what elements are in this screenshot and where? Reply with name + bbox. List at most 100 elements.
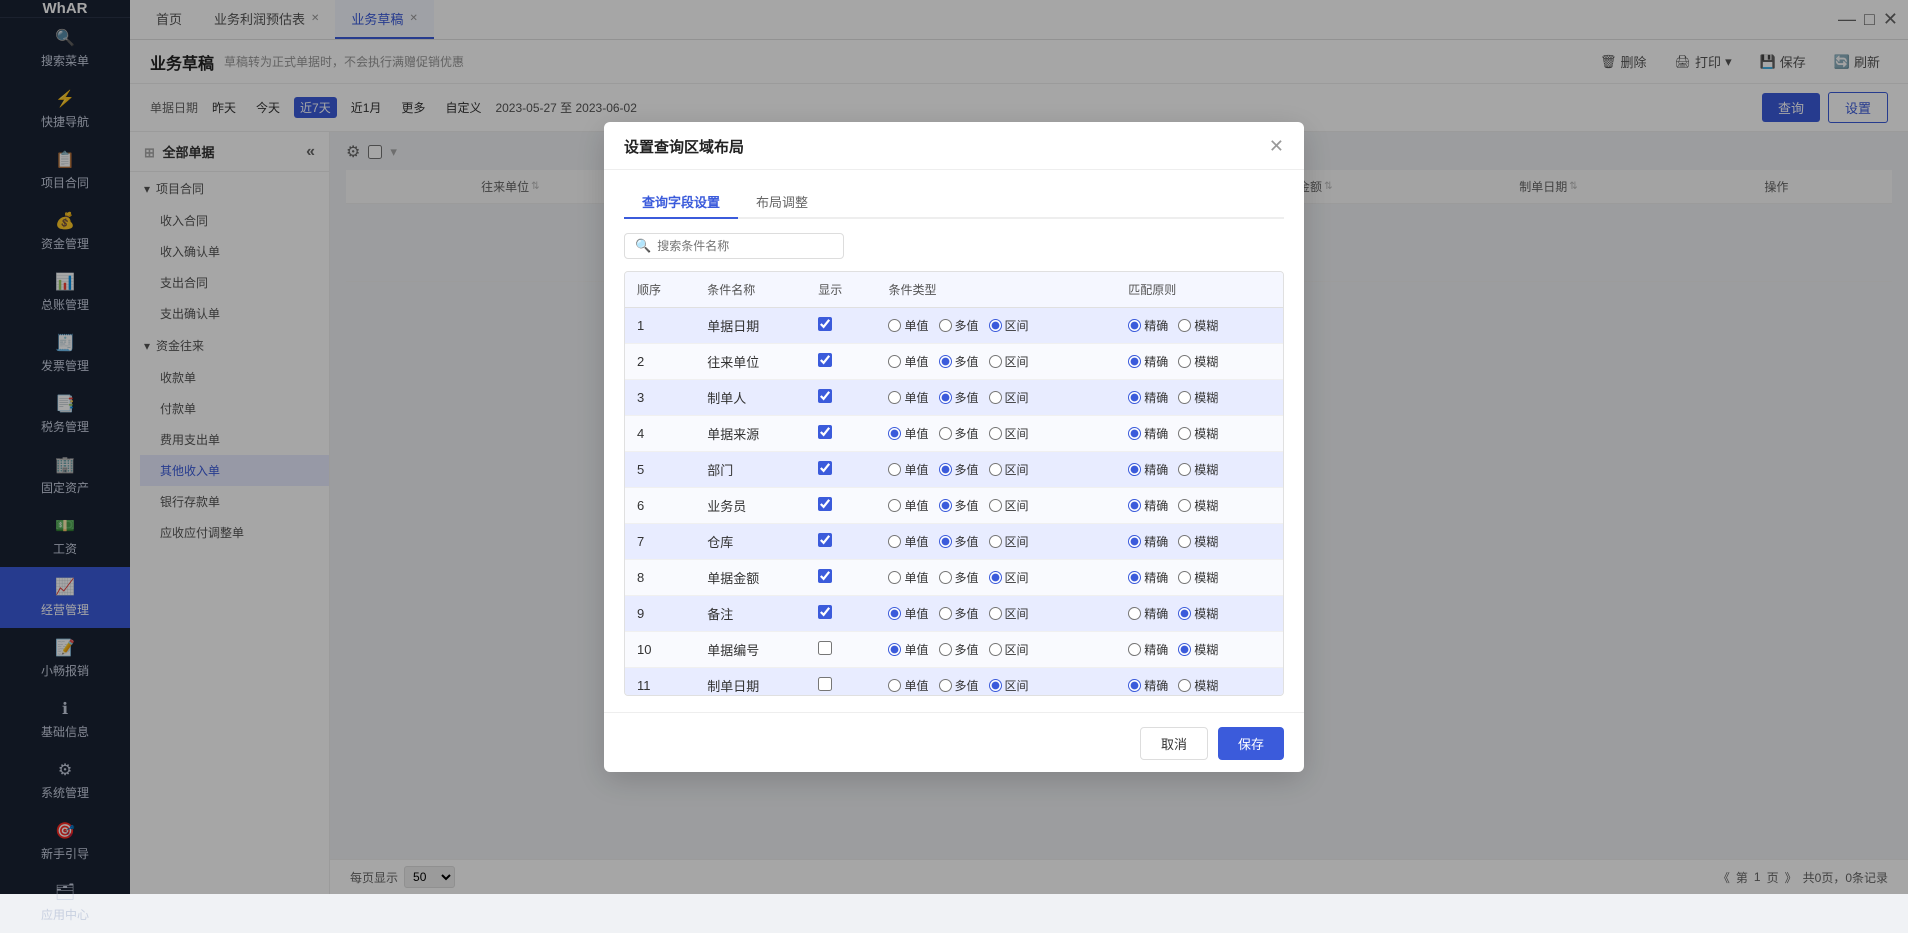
- match-fuzzy-label[interactable]: 模糊: [1178, 569, 1218, 586]
- type-multi-radio[interactable]: [939, 391, 952, 404]
- type-single-radio[interactable]: [888, 571, 901, 584]
- type-single-label[interactable]: 单值: [888, 677, 928, 694]
- row-match[interactable]: 精确模糊: [1116, 596, 1283, 632]
- type-multi-radio[interactable]: [939, 643, 952, 656]
- row-type[interactable]: 单值多值区间: [876, 668, 1116, 697]
- match-fuzzy-radio[interactable]: [1178, 427, 1191, 440]
- row-show[interactable]: [806, 596, 876, 632]
- type-single-radio[interactable]: [888, 679, 901, 692]
- row-match[interactable]: 精确模糊: [1116, 560, 1283, 596]
- show-checkbox[interactable]: [818, 497, 832, 511]
- row-type[interactable]: 单值多值区间: [876, 596, 1116, 632]
- match-exact-radio[interactable]: [1128, 319, 1141, 332]
- match-fuzzy-label[interactable]: 模糊: [1178, 497, 1218, 514]
- row-show[interactable]: [806, 524, 876, 560]
- type-single-label[interactable]: 单值: [888, 353, 928, 370]
- row-show[interactable]: [806, 308, 876, 344]
- show-checkbox[interactable]: [818, 461, 832, 475]
- type-multi-label[interactable]: 多值: [939, 353, 979, 370]
- type-multi-radio[interactable]: [939, 679, 952, 692]
- row-match[interactable]: 精确模糊: [1116, 380, 1283, 416]
- type-multi-radio[interactable]: [939, 535, 952, 548]
- type-single-label[interactable]: 单值: [888, 533, 928, 550]
- match-fuzzy-label[interactable]: 模糊: [1178, 605, 1218, 622]
- type-multi-label[interactable]: 多值: [939, 461, 979, 478]
- type-single-label[interactable]: 单值: [888, 497, 928, 514]
- row-match[interactable]: 精确模糊: [1116, 344, 1283, 380]
- type-range-radio[interactable]: [989, 571, 1002, 584]
- match-fuzzy-label[interactable]: 模糊: [1178, 461, 1218, 478]
- type-single-label[interactable]: 单值: [888, 425, 928, 442]
- type-multi-radio[interactable]: [939, 427, 952, 440]
- type-single-label[interactable]: 单值: [888, 641, 928, 658]
- row-show[interactable]: [806, 380, 876, 416]
- type-range-label[interactable]: 区间: [989, 497, 1029, 514]
- type-range-radio[interactable]: [989, 535, 1002, 548]
- type-range-radio[interactable]: [989, 355, 1002, 368]
- type-multi-radio[interactable]: [939, 355, 952, 368]
- match-fuzzy-radio[interactable]: [1178, 535, 1191, 548]
- type-multi-label[interactable]: 多值: [939, 641, 979, 658]
- type-multi-label[interactable]: 多值: [939, 389, 979, 406]
- type-multi-radio[interactable]: [939, 463, 952, 476]
- match-fuzzy-radio[interactable]: [1178, 463, 1191, 476]
- type-single-radio[interactable]: [888, 499, 901, 512]
- row-type[interactable]: 单值多值区间: [876, 344, 1116, 380]
- row-match[interactable]: 精确模糊: [1116, 416, 1283, 452]
- match-exact-label[interactable]: 精确: [1128, 425, 1168, 442]
- type-range-label[interactable]: 区间: [989, 461, 1029, 478]
- type-range-radio[interactable]: [989, 607, 1002, 620]
- row-type[interactable]: 单值多值区间: [876, 452, 1116, 488]
- type-range-radio[interactable]: [989, 319, 1002, 332]
- match-exact-label[interactable]: 精确: [1128, 677, 1168, 694]
- type-multi-label[interactable]: 多值: [939, 569, 979, 586]
- match-exact-label[interactable]: 精确: [1128, 389, 1168, 406]
- type-single-label[interactable]: 单值: [888, 569, 928, 586]
- match-exact-radio[interactable]: [1128, 427, 1141, 440]
- row-match[interactable]: 精确模糊: [1116, 524, 1283, 560]
- match-exact-label[interactable]: 精确: [1128, 497, 1168, 514]
- match-exact-radio[interactable]: [1128, 571, 1141, 584]
- type-single-radio[interactable]: [888, 391, 901, 404]
- type-range-radio[interactable]: [989, 679, 1002, 692]
- match-fuzzy-radio[interactable]: [1178, 571, 1191, 584]
- match-fuzzy-label[interactable]: 模糊: [1178, 641, 1218, 658]
- type-range-radio[interactable]: [989, 643, 1002, 656]
- row-show[interactable]: [806, 488, 876, 524]
- row-match[interactable]: 精确模糊: [1116, 668, 1283, 697]
- match-fuzzy-radio[interactable]: [1178, 319, 1191, 332]
- match-exact-radio[interactable]: [1128, 463, 1141, 476]
- show-checkbox[interactable]: [818, 317, 832, 331]
- type-multi-label[interactable]: 多值: [939, 497, 979, 514]
- show-checkbox[interactable]: [818, 353, 832, 367]
- match-fuzzy-label[interactable]: 模糊: [1178, 353, 1218, 370]
- type-multi-label[interactable]: 多值: [939, 605, 979, 622]
- match-fuzzy-label[interactable]: 模糊: [1178, 533, 1218, 550]
- type-single-label[interactable]: 单值: [888, 317, 928, 334]
- row-match[interactable]: 精确模糊: [1116, 452, 1283, 488]
- type-multi-label[interactable]: 多值: [939, 425, 979, 442]
- row-show[interactable]: [806, 452, 876, 488]
- show-checkbox[interactable]: [818, 677, 832, 691]
- match-fuzzy-radio[interactable]: [1178, 679, 1191, 692]
- match-fuzzy-label[interactable]: 模糊: [1178, 389, 1218, 406]
- type-range-radio[interactable]: [989, 427, 1002, 440]
- match-exact-label[interactable]: 精确: [1128, 533, 1168, 550]
- type-range-radio[interactable]: [989, 463, 1002, 476]
- modal-search-box[interactable]: 🔍: [624, 233, 844, 259]
- match-fuzzy-label[interactable]: 模糊: [1178, 317, 1218, 334]
- type-single-label[interactable]: 单值: [888, 461, 928, 478]
- match-exact-label[interactable]: 精确: [1128, 569, 1168, 586]
- row-show[interactable]: [806, 632, 876, 668]
- type-single-label[interactable]: 单值: [888, 605, 928, 622]
- type-single-radio[interactable]: [888, 463, 901, 476]
- type-range-label[interactable]: 区间: [989, 317, 1029, 334]
- row-type[interactable]: 单值多值区间: [876, 488, 1116, 524]
- match-exact-label[interactable]: 精确: [1128, 641, 1168, 658]
- row-type[interactable]: 单值多值区间: [876, 560, 1116, 596]
- match-exact-radio[interactable]: [1128, 679, 1141, 692]
- type-range-label[interactable]: 区间: [989, 533, 1029, 550]
- type-multi-radio[interactable]: [939, 571, 952, 584]
- match-exact-radio[interactable]: [1128, 607, 1141, 620]
- type-multi-label[interactable]: 多值: [939, 533, 979, 550]
